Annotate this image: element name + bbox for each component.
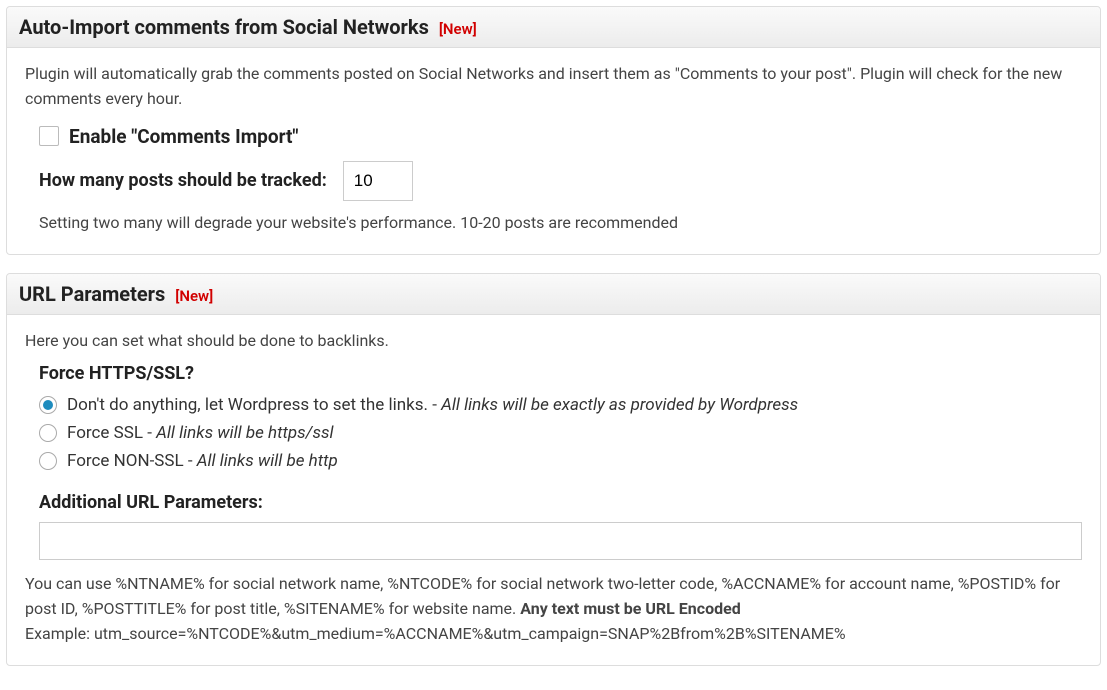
additional-url-params-label: Additional URL Parameters: — [39, 489, 1082, 517]
ssl-option-non-ssl-label: Force NON-SSL - All links will be http — [67, 448, 338, 474]
ssl-option-force-ssl-text: Force SSL - — [67, 423, 156, 443]
ssl-option-force-ssl-row: Force SSL - All links will be https/ssl — [39, 420, 1082, 446]
force-ssl-group: Force HTTPS/SSL? Don't do anything, let … — [25, 360, 1082, 561]
ssl-option-force-ssl-label: Force SSL - All links will be https/ssl — [67, 420, 334, 446]
ssl-option-force-ssl-radio[interactable] — [39, 424, 57, 442]
additional-url-params-input[interactable] — [39, 522, 1082, 560]
panel-description: Here you can set what should be done to … — [25, 329, 1082, 354]
enable-comments-import-row: Enable "Comments Import" — [39, 122, 1082, 151]
new-badge: [New] — [439, 20, 477, 38]
panel-title: Auto-Import comments from Social Network… — [19, 15, 429, 39]
new-badge: [New] — [175, 287, 213, 305]
url-params-help-bold: Any text must be URL Encoded — [520, 599, 741, 618]
enable-comments-import-label: Enable "Comments Import" — [69, 122, 298, 151]
panel-header: URL Parameters [New] — [7, 274, 1100, 315]
posts-tracked-input[interactable] — [343, 161, 413, 201]
ssl-option-non-ssl-radio[interactable] — [39, 452, 57, 470]
panel-title: URL Parameters — [19, 282, 165, 306]
url-params-example: Example: utm_source=%NTCODE%&utm_medium=… — [25, 624, 846, 643]
enable-comments-import-checkbox[interactable] — [39, 126, 59, 146]
ssl-option-force-ssl-italic: All links will be https/ssl — [156, 423, 333, 443]
panel-body: Here you can set what should be done to … — [7, 315, 1100, 665]
url-params-help: You can use %NTNAME% for social network … — [25, 572, 1082, 646]
posts-tracked-row: How many posts should be tracked: — [39, 161, 1082, 201]
posts-tracked-hint: Setting two many will degrade your websi… — [39, 211, 1082, 236]
ssl-option-default-italic: All links will be exactly as provided by… — [441, 395, 798, 415]
ssl-option-default-row: Don't do anything, let Wordpress to set … — [39, 392, 1082, 418]
url-parameters-panel: URL Parameters [New] Here you can set wh… — [6, 273, 1101, 666]
panel-body: Plugin will automatically grab the comme… — [7, 48, 1100, 254]
ssl-option-non-ssl-italic: All links will be http — [197, 451, 338, 471]
ssl-option-default-radio[interactable] — [39, 396, 57, 414]
ssl-option-default-label: Don't do anything, let Wordpress to set … — [67, 392, 798, 418]
force-ssl-title: Force HTTPS/SSL? — [39, 360, 1082, 388]
auto-import-panel: Auto-Import comments from Social Network… — [6, 6, 1101, 255]
ssl-option-non-ssl-text: Force NON-SSL - — [67, 451, 197, 471]
ssl-option-non-ssl-row: Force NON-SSL - All links will be http — [39, 448, 1082, 474]
ssl-option-default-text: Don't do anything, let Wordpress to set … — [67, 395, 441, 415]
panel-header: Auto-Import comments from Social Network… — [7, 7, 1100, 48]
panel-description: Plugin will automatically grab the comme… — [25, 62, 1082, 112]
posts-tracked-label: How many posts should be tracked: — [39, 167, 327, 195]
